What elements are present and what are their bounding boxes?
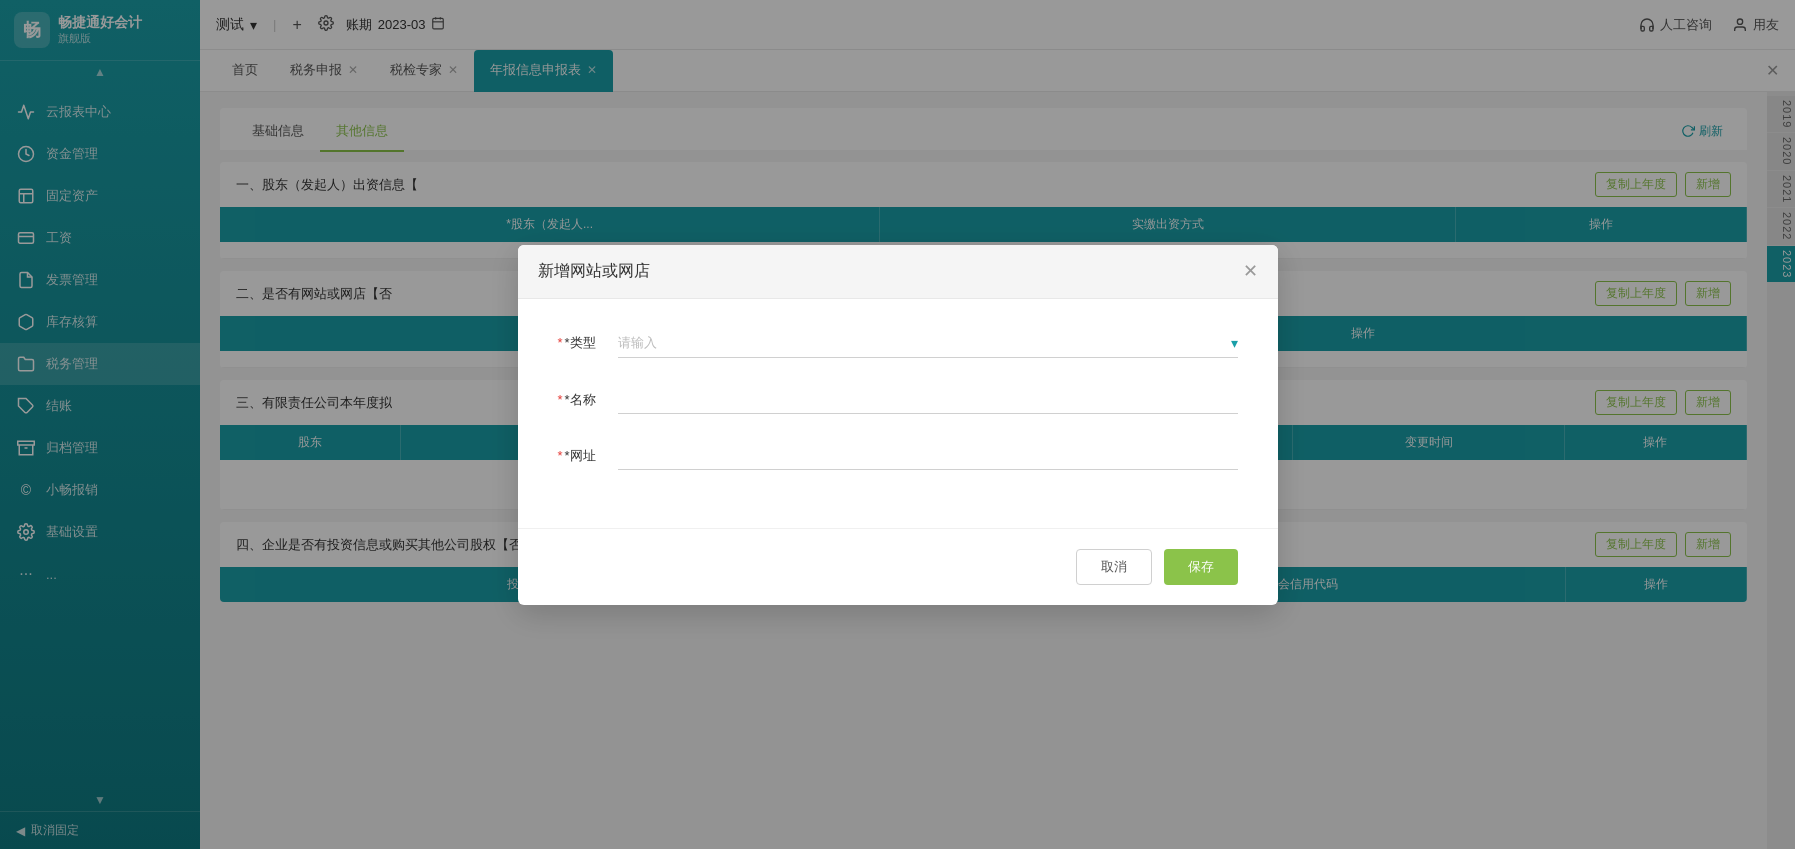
modal-add-website: 新增网站或网店 ✕ **类型 ▾ **名称 [518, 245, 1278, 605]
cancel-button[interactable]: 取消 [1076, 549, 1152, 585]
type-label-text: *类型 [565, 335, 596, 350]
type-control: ▾ [618, 329, 1238, 358]
modal-close-button[interactable]: ✕ [1243, 262, 1258, 280]
save-button[interactable]: 保存 [1164, 549, 1238, 585]
form-row-url: **网址 [558, 442, 1238, 470]
required-mark: * [558, 448, 563, 463]
modal-header: 新增网站或网店 ✕ [518, 245, 1278, 299]
type-label: **类型 [558, 334, 618, 352]
form-row-name: **名称 [558, 386, 1238, 414]
type-input[interactable] [618, 335, 1231, 350]
name-input[interactable] [618, 392, 1238, 407]
name-label-text: *名称 [565, 392, 596, 407]
name-control [618, 386, 1238, 414]
url-label: **网址 [558, 447, 618, 465]
form-row-type: **类型 ▾ [558, 329, 1238, 358]
url-label-text: *网址 [565, 448, 596, 463]
modal-title: 新增网站或网店 [538, 261, 650, 282]
modal-overlay: 新增网站或网店 ✕ **类型 ▾ **名称 [0, 0, 1795, 849]
modal-footer: 取消 保存 [518, 528, 1278, 605]
modal-body: **类型 ▾ **名称 **网址 [518, 299, 1278, 528]
type-dropdown-arrow[interactable]: ▾ [1231, 335, 1238, 351]
required-mark: * [558, 392, 563, 407]
required-mark: * [558, 335, 563, 350]
url-input[interactable] [618, 448, 1238, 463]
name-label: **名称 [558, 391, 618, 409]
url-control [618, 442, 1238, 470]
